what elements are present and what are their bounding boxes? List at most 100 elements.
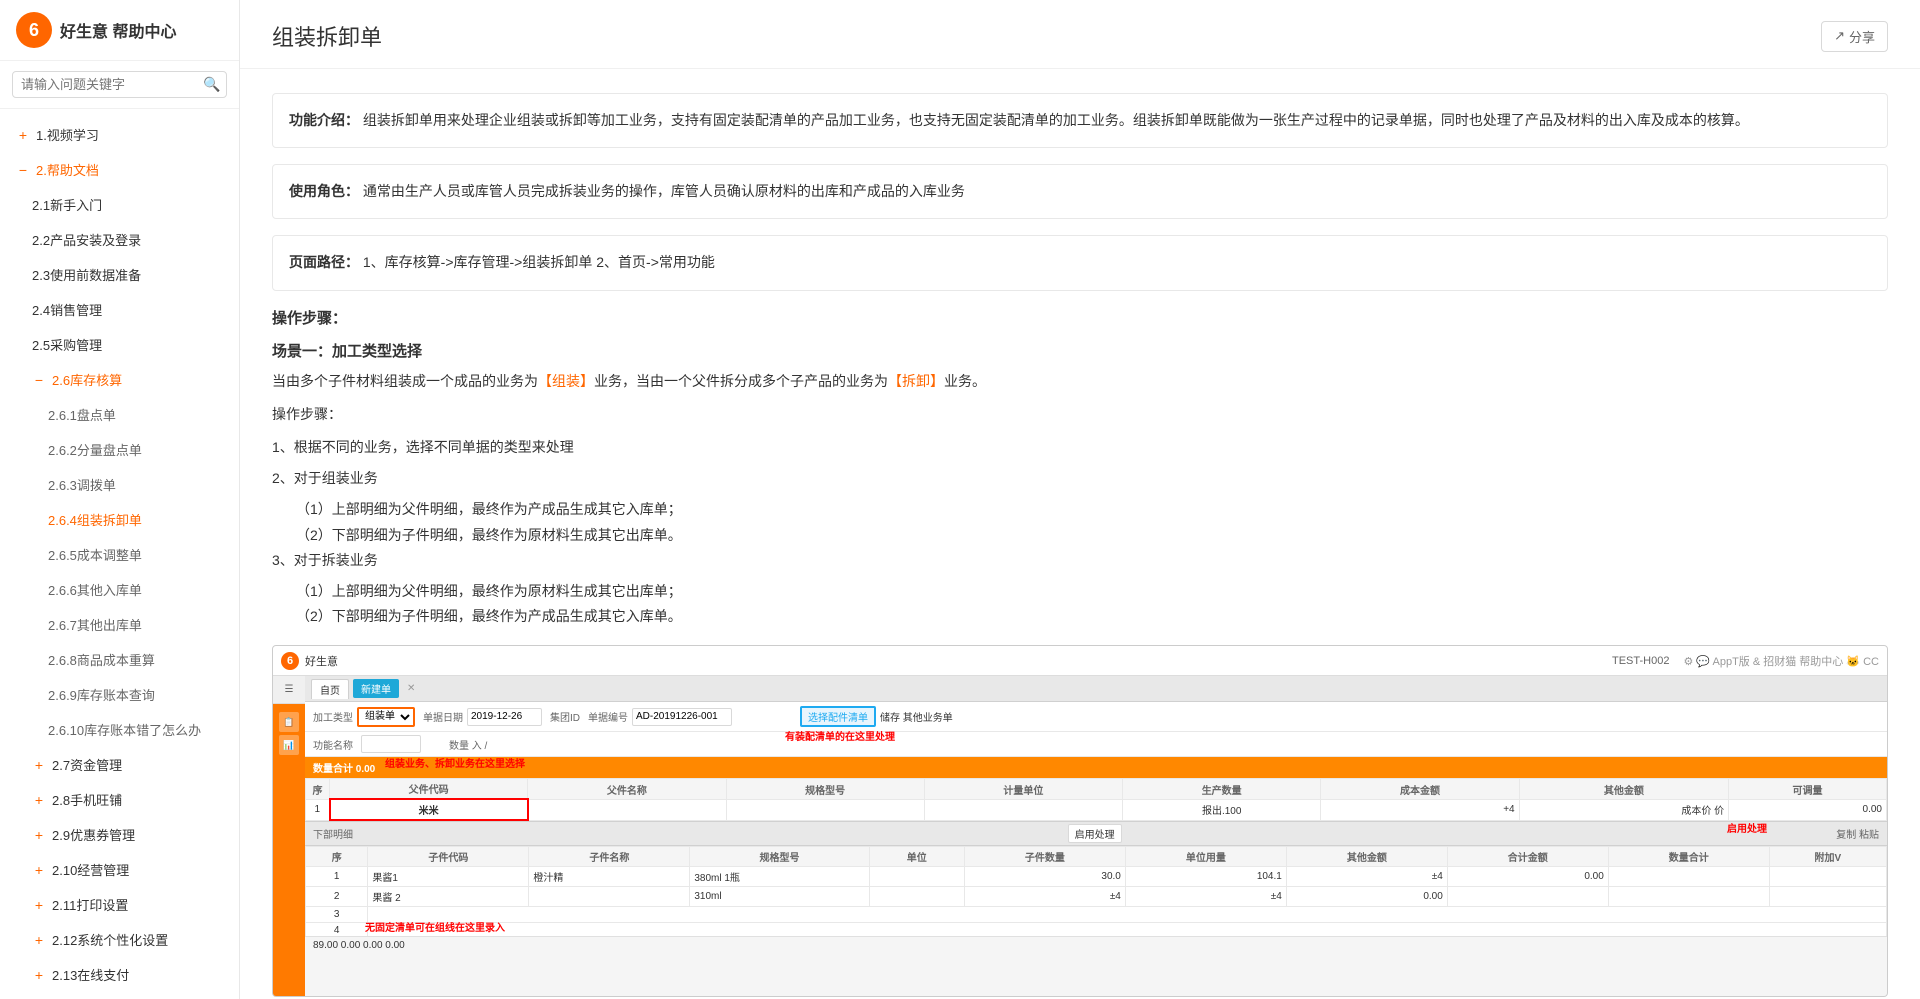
mock-lth-sname: 子件名称: [529, 847, 690, 867]
mock-th-cost: 成本金额: [1321, 779, 1519, 800]
mock-td-prodqty: 报出.100: [1123, 799, 1321, 820]
mock-td-seq: 1: [306, 799, 330, 820]
nav-list: + 1.视频学习 − 2.帮助文档 2.1新手入门 2.2产品安装及登录 2.3…: [0, 109, 239, 999]
sidebar-item-label: 2.7资金管理: [52, 755, 122, 774]
mock-lth-subtotal: 合计金额: [1447, 847, 1608, 867]
sidebar-item-print[interactable]: + 2.11打印设置: [0, 887, 239, 922]
expand-icon: +: [32, 968, 46, 982]
sidebar-item-label: 2.6库存核算: [52, 370, 122, 389]
mock-lth-unit: 单位: [869, 847, 964, 867]
sidebar-item-label: 2.5采购管理: [32, 335, 102, 354]
sidebar-item-other-in[interactable]: 2.6.6其他入库单: [0, 572, 239, 607]
sidebar-item-cost[interactable]: 2.6.5成本调整单: [0, 537, 239, 572]
sidebar-item-stock-err[interactable]: 2.6.10库存账本错了怎么办: [0, 712, 239, 747]
share-button[interactable]: ↗ 分享: [1821, 21, 1888, 52]
mock-ltd1-unit: [869, 867, 964, 887]
mock-tab-new: 新建单: [353, 679, 399, 698]
step3-sub1: （1）上部明细为父件明细，最终作为原材料生成其它出库单；: [272, 579, 1888, 604]
sidebar-item-label: 2.4销售管理: [32, 300, 102, 319]
mock-th-spec: 规格型号: [726, 779, 924, 800]
mock-td-unit: [924, 799, 1122, 820]
mock-product-input[interactable]: [361, 735, 421, 753]
sidebar-item-docs[interactable]: − 2.帮助文档: [0, 152, 239, 187]
content-area: 功能介绍： 组装拆卸单用来处理企业组装或拆卸等加工业务，支持有固定装配清单的产品…: [240, 69, 1920, 999]
sidebar-item-custom[interactable]: + 2.12系统个性化设置: [0, 922, 239, 957]
share-icon: ↗: [1834, 28, 1845, 44]
mock-lth-scode: 子件代码: [368, 847, 529, 867]
sidebar-item-count[interactable]: 2.6.1盘点单: [0, 397, 239, 432]
mock-lower-row2: 2 果酱 2 310ml ±4 ±4 0.00: [306, 887, 1887, 907]
mock-ltd3-seq: 3: [306, 907, 368, 923]
sidebar-item-ops[interactable]: + 2.10经营管理: [0, 852, 239, 887]
mock-lth-usage: 单位用量: [1125, 847, 1286, 867]
mock-process-btn[interactable]: 启用处理: [1068, 824, 1122, 843]
mock-th-avail: 可调量: [1729, 779, 1887, 800]
step3: 3、对于拆装业务: [272, 548, 1888, 573]
mock-td-pcode: 米米: [330, 799, 528, 820]
intro-block: 功能介绍： 组装拆卸单用来处理企业组装或拆卸等加工业务，支持有固定装配清单的产品…: [272, 93, 1888, 148]
logo-area: 6 好生意 帮助中心: [0, 0, 239, 61]
app-logo-icon: 6: [16, 12, 52, 48]
screenshot-container: 6 好生意 TEST-H002 ⚙ 💬 AppT版 & 招财猫 帮助中心 🐱 C…: [272, 645, 1888, 997]
steps-title: 操作步骤：: [272, 307, 1888, 328]
mock-sidebar-btn1: 📋: [279, 712, 299, 732]
mock-product-label: 功能名称: [313, 737, 353, 752]
sidebar-item-data[interactable]: 2.3使用前数据准备: [0, 257, 239, 292]
sidebar-item-install[interactable]: 2.2产品安装及登录: [0, 222, 239, 257]
mock-lower-table-wrapper: 无固定清单可在组线在这里录入 序 子件代码 子件名称 规格型号 单位 子件数量: [305, 846, 1887, 936]
sidebar-item-video[interactable]: + 1.视频学习: [0, 117, 239, 152]
path-block: 页面路径： 1、库存核算->库存管理->组装拆卸单 2、首页->常用功能: [272, 235, 1888, 290]
search-icon[interactable]: 🔍: [203, 76, 220, 93]
scene1-desc: 当由多个子件材料组装成一个成品的业务为【组装】业务，当由一个父件拆分成多个子产品…: [272, 369, 1888, 394]
mock-orange-bar-label: 数量合计 0.00: [313, 760, 375, 775]
mock-ltd1-scode: 果酱1: [368, 867, 529, 887]
sidebar-item-label: 2.13在线支付: [52, 965, 129, 984]
mock-tab-home: 自页: [311, 679, 349, 699]
mock-lower-row1: 1 果酱1 橙汁精 380ml 1瓶 30.0 104.1 ±4 0.00: [306, 867, 1887, 887]
mock-ltd1-add: [1769, 867, 1886, 887]
sidebar-item-other-out[interactable]: 2.6.7其他出库单: [0, 607, 239, 642]
mock-ltd4-seq: 4: [306, 923, 368, 937]
mock-close-icon: ✕: [407, 683, 415, 694]
search-area: 🔍: [0, 61, 239, 109]
mock-ltd4-rest: [368, 923, 1887, 937]
mock-count-label: 数量 入 /: [449, 737, 487, 752]
sidebar-item-adjust[interactable]: 2.6.3调拨单: [0, 467, 239, 502]
sidebar-item-label: 2.1新手入门: [32, 195, 102, 214]
mock-ltd1-subtotal: 0.00: [1447, 867, 1608, 887]
sidebar-item-label: 2.11打印设置: [52, 895, 128, 914]
mock-ltd2-scode: 果酱 2: [368, 887, 529, 907]
sidebar-item-assembly[interactable]: 2.6.4组装拆卸单: [0, 502, 239, 537]
sidebar-item-mobile[interactable]: + 2.8手机旺铺: [0, 782, 239, 817]
annotation-type: 组装业务、拆卸业务在这里选择: [385, 755, 525, 770]
mock-ltd1-qtysum: [1608, 867, 1769, 887]
sidebar-item-coupon[interactable]: + 2.9优惠券管理: [0, 817, 239, 852]
sidebar-item-partial[interactable]: 2.6.2分量盘点单: [0, 432, 239, 467]
mock-bom-btn[interactable]: 选择配件清单: [800, 706, 876, 727]
mock-ltd2-sname: [529, 887, 690, 907]
mock-lower-table: 序 子件代码 子件名称 规格型号 单位 子件数量 单位用量 其他金额 合计金额: [305, 846, 1887, 936]
mock-logo: 6: [281, 652, 299, 670]
sidebar-item-label: 2.6.5成本调整单: [48, 545, 142, 564]
sidebar-item-online-pay[interactable]: + 2.13在线支付: [0, 957, 239, 992]
mock-lth-spec: 规格型号: [690, 847, 869, 867]
mock-doc-input[interactable]: [632, 708, 732, 726]
sidebar-item-faq[interactable]: + 2.14常见问题: [0, 992, 239, 999]
sidebar-item-label: 2.10经营管理: [52, 860, 129, 879]
sidebar-item-new[interactable]: 2.1新手入门: [0, 187, 239, 222]
mock-td-avail: 0.00: [1729, 799, 1887, 820]
sidebar-item-stock-check[interactable]: 2.6.9库存账本查询: [0, 677, 239, 712]
intro-label: 功能介绍：: [289, 112, 359, 128]
mock-ltd2-add: [1769, 887, 1886, 907]
sidebar-item-cost-calc[interactable]: 2.6.8商品成本重算: [0, 642, 239, 677]
mock-date-input[interactable]: [467, 708, 542, 726]
sidebar-item-purchase[interactable]: 2.5采购管理: [0, 327, 239, 362]
mock-type-select[interactable]: 组装单 拆卸单: [357, 707, 415, 727]
role-block: 使用角色： 通常由生产人员或库管人员完成拆装业务的操作，库管人员确认原材料的出库…: [272, 164, 1888, 219]
path-label: 页面路径：: [289, 254, 359, 270]
search-input[interactable]: [21, 77, 197, 92]
sidebar-item-sales[interactable]: 2.4销售管理: [0, 292, 239, 327]
sidebar-item-money[interactable]: + 2.7资金管理: [0, 747, 239, 782]
sidebar-item-label: 2.6.2分量盘点单: [48, 440, 142, 459]
sidebar-item-inventory[interactable]: − 2.6库存核算: [0, 362, 239, 397]
